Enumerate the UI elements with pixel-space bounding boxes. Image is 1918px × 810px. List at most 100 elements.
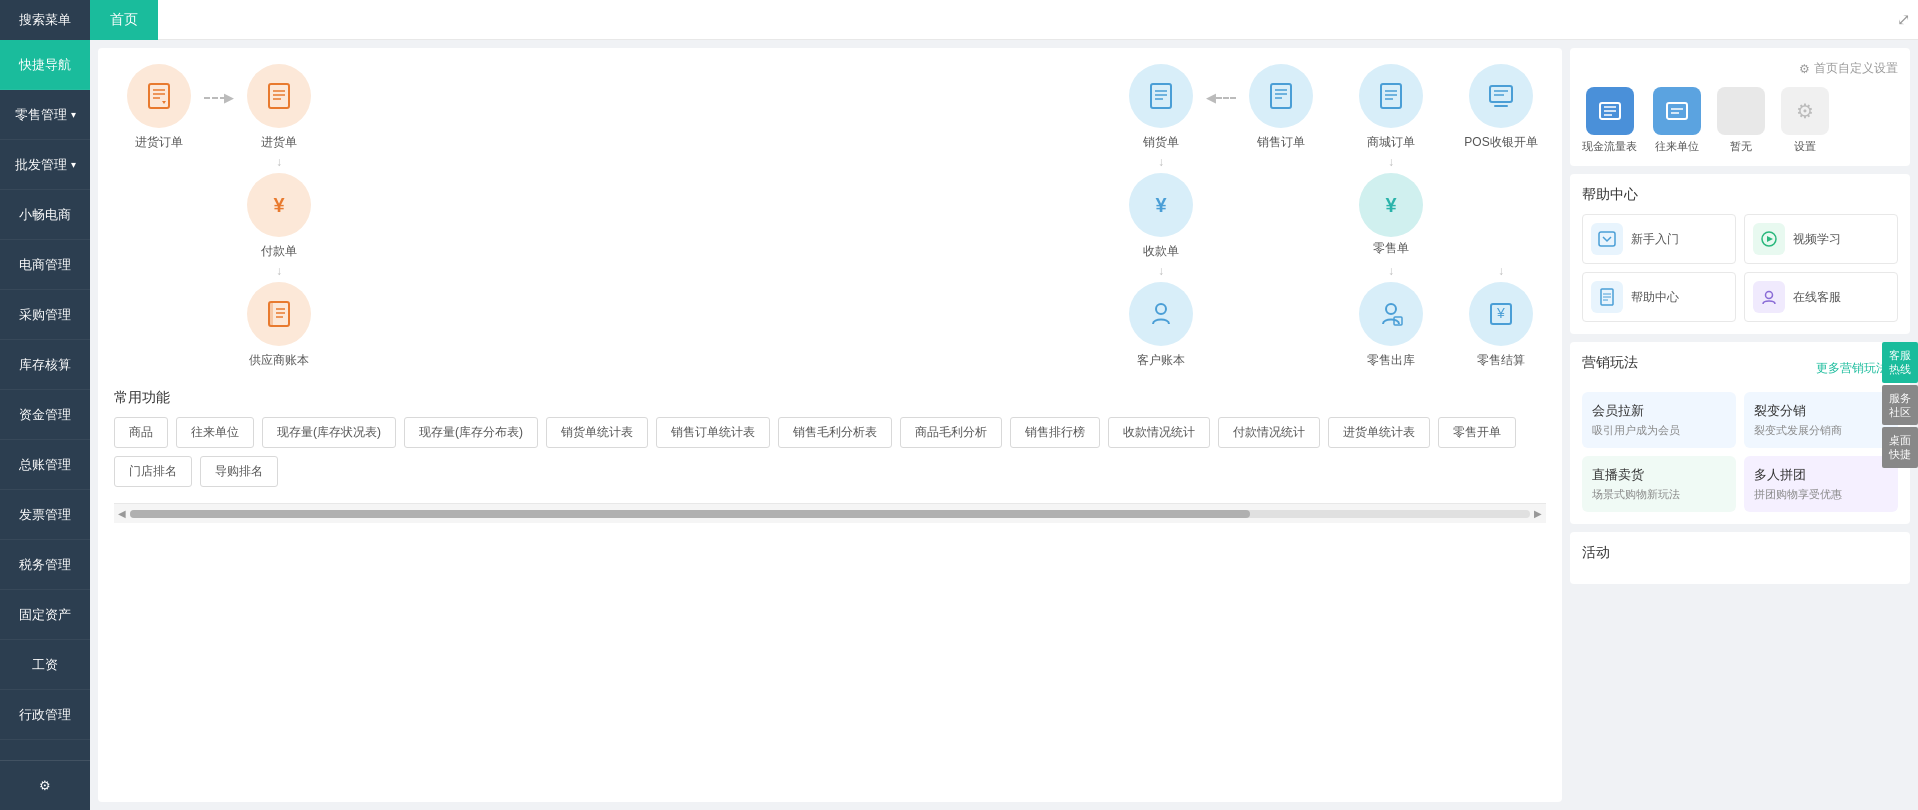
sidebar-item-label: 总账管理 bbox=[19, 456, 71, 474]
cs-desktop-button[interactable]: 桌面快捷 bbox=[1882, 427, 1918, 468]
sidebar: 快捷导航 零售管理 ▾ 批发管理 ▾ 小畅电商 电商管理 采购管理 库存核算 资… bbox=[0, 40, 90, 810]
help-item-customer-service[interactable]: 在线客服 bbox=[1744, 272, 1898, 322]
func-btn-receipt-stat[interactable]: 收款情况统计 bbox=[1108, 417, 1210, 448]
retail-icon: ¥ bbox=[1359, 173, 1423, 237]
sidebar-item-label: 行政管理 bbox=[19, 706, 71, 724]
sidebar-item-ecommerce-mgmt[interactable]: 电商管理 bbox=[0, 240, 90, 290]
func-btn-store-rank[interactable]: 门店排名 bbox=[114, 456, 192, 487]
flow-node-purchase[interactable]: 进货单 bbox=[234, 64, 324, 151]
flow-node-receipt[interactable]: ¥ 收款单 bbox=[1116, 173, 1206, 260]
flow-node-payment[interactable]: ¥ 付款单 bbox=[234, 173, 324, 260]
sidebar-item-label: 发票管理 bbox=[19, 506, 71, 524]
sidebar-item-quicknav[interactable]: 快捷导航 bbox=[0, 40, 90, 90]
flow-node-sales-order[interactable]: 销售订单 bbox=[1236, 64, 1326, 151]
scroll-track[interactable] bbox=[130, 510, 1530, 518]
flow-node-retail-out[interactable]: 零售出库 bbox=[1346, 282, 1436, 369]
marketing-item-fission-title: 裂变分销 bbox=[1754, 402, 1888, 420]
flow-node-pos[interactable]: POS收银开单 bbox=[1456, 64, 1546, 151]
sidebar-item-salary[interactable]: 工资 bbox=[0, 640, 90, 690]
func-btn-sales-rank[interactable]: 销售排行榜 bbox=[1010, 417, 1100, 448]
flow-node-retail-settle[interactable]: ¥ 零售结算 bbox=[1456, 282, 1546, 369]
help-item-video[interactable]: 视频学习 bbox=[1744, 214, 1898, 264]
help-center-section: 帮助中心 新手入门 视频学习 bbox=[1570, 174, 1910, 334]
sidebar-item-label: 固定资产 bbox=[19, 606, 71, 624]
sidebar-item-admin[interactable]: 行政管理 bbox=[0, 690, 90, 740]
marketing-item-member-title: 会员拉新 bbox=[1592, 402, 1726, 420]
help-item-beginner[interactable]: 新手入门 bbox=[1582, 214, 1736, 264]
func-btn-partners[interactable]: 往来单位 bbox=[176, 417, 254, 448]
func-btn-sales-profit[interactable]: 销售毛利分析表 bbox=[778, 417, 892, 448]
cs-hotline-button[interactable]: 客服热线 bbox=[1882, 342, 1918, 383]
sidebar-item-fixedassets[interactable]: 固定资产 bbox=[0, 590, 90, 640]
sidebar-item-invoice[interactable]: 发票管理 bbox=[0, 490, 90, 540]
chevron-down-icon: ▾ bbox=[71, 109, 76, 120]
right-panel: ⚙ 首页自定义设置 现金流量表 bbox=[1570, 48, 1910, 802]
sidebar-settings-button[interactable]: ⚙ bbox=[0, 760, 90, 810]
flow-node-mall-order[interactable]: 商城订单 bbox=[1346, 64, 1436, 151]
marketing-item-fission[interactable]: 裂变分销 裂变式发展分销商 bbox=[1744, 392, 1898, 448]
svg-rect-41 bbox=[1599, 232, 1615, 246]
sidebar-item-inventory[interactable]: 库存核算 bbox=[0, 340, 90, 390]
supplier-book-icon bbox=[247, 282, 311, 346]
scroll-left-arrow[interactable]: ◀ bbox=[118, 508, 126, 519]
svg-rect-8 bbox=[1151, 84, 1171, 108]
beginner-icon bbox=[1591, 223, 1623, 255]
svg-rect-0 bbox=[149, 84, 169, 108]
func-btn-stock-status[interactable]: 现存量(库存状况表) bbox=[262, 417, 396, 448]
svg-marker-43 bbox=[1767, 236, 1773, 242]
quick-icon-empty[interactable]: 暂无 bbox=[1717, 87, 1765, 154]
sidebar-item-label: 电商管理 bbox=[19, 256, 71, 274]
flow-node-supplier-book[interactable]: 供应商账本 bbox=[234, 282, 324, 369]
func-btn-sales-stat[interactable]: 销货单统计表 bbox=[546, 417, 648, 448]
scroll-right-arrow[interactable]: ▶ bbox=[1534, 508, 1542, 519]
marketing-item-group-title: 多人拼团 bbox=[1754, 466, 1888, 484]
cs-community-button[interactable]: 服务社区 bbox=[1882, 385, 1918, 426]
func-btn-payment-stat[interactable]: 付款情况统计 bbox=[1218, 417, 1320, 448]
fullscreen-button[interactable]: ⤢ bbox=[1897, 10, 1910, 29]
sidebar-item-finance[interactable]: 资金管理 bbox=[0, 390, 90, 440]
sidebar-item-retail[interactable]: 零售管理 ▾ bbox=[0, 90, 90, 140]
func-btn-stock-dist[interactable]: 现存量(库存分布表) bbox=[404, 417, 538, 448]
quick-icon-partners[interactable]: 往来单位 bbox=[1653, 87, 1701, 154]
func-btn-purchase-stat[interactable]: 进货单统计表 bbox=[1328, 417, 1430, 448]
quick-nav-settings[interactable]: ⚙ 首页自定义设置 bbox=[1582, 60, 1898, 77]
func-btn-goods[interactable]: 商品 bbox=[114, 417, 168, 448]
help-item-beginner-label: 新手入门 bbox=[1631, 231, 1679, 248]
func-btn-guide-rank[interactable]: 导购排名 bbox=[200, 456, 278, 487]
customer-book-icon bbox=[1129, 282, 1193, 346]
func-btn-retail-order[interactable]: 零售开单 bbox=[1438, 417, 1516, 448]
flow-node-customer-book[interactable]: 客户账本 bbox=[1116, 282, 1206, 369]
sidebar-item-label: 采购管理 bbox=[19, 306, 71, 324]
quick-icon-cashflow-label: 现金流量表 bbox=[1582, 139, 1637, 154]
marketing-item-group-desc: 拼团购物享受优惠 bbox=[1754, 487, 1888, 502]
marketing-header: 营销玩法 更多营销玩法 > bbox=[1582, 354, 1898, 382]
sidebar-item-tax[interactable]: 税务管理 bbox=[0, 540, 90, 590]
marketing-item-group[interactable]: 多人拼团 拼团购物享受优惠 bbox=[1744, 456, 1898, 512]
sidebar-item-ecommerce-small[interactable]: 小畅电商 bbox=[0, 190, 90, 240]
sidebar-item-purchase[interactable]: 采购管理 bbox=[0, 290, 90, 340]
sidebar-item-label: 小畅电商 bbox=[19, 206, 71, 224]
scroll-thumb[interactable] bbox=[130, 510, 1250, 518]
svg-point-30 bbox=[1386, 304, 1396, 314]
svg-rect-21 bbox=[1494, 105, 1508, 107]
marketing-item-member[interactable]: 会员拉新 吸引用户成为会员 bbox=[1582, 392, 1736, 448]
marketing-item-live[interactable]: 直播卖货 场景式购物新玩法 bbox=[1582, 456, 1736, 512]
sidebar-item-label: 税务管理 bbox=[19, 556, 71, 574]
func-btn-goods-profit[interactable]: 商品毛利分析 bbox=[900, 417, 1002, 448]
help-item-docs[interactable]: 帮助中心 bbox=[1582, 272, 1736, 322]
flow-node-purchase-order[interactable]: 进货订单 bbox=[114, 64, 204, 151]
retail-out-icon bbox=[1359, 282, 1423, 346]
tab-home[interactable]: 首页 bbox=[90, 0, 158, 40]
retail-settle-icon: ¥ bbox=[1469, 282, 1533, 346]
sidebar-item-label: 库存核算 bbox=[19, 356, 71, 374]
quick-nav-icons-row: 现金流量表 往来单位 暂无 bbox=[1582, 87, 1898, 154]
flow-node-sales[interactable]: 销货单 bbox=[1116, 64, 1206, 151]
horizontal-scrollbar[interactable]: ◀ ▶ bbox=[114, 503, 1546, 523]
quick-icon-cashflow[interactable]: 现金流量表 bbox=[1582, 87, 1637, 154]
func-btn-sales-order-stat[interactable]: 销售订单统计表 bbox=[656, 417, 770, 448]
svg-point-29 bbox=[1156, 304, 1166, 314]
sidebar-item-ledger[interactable]: 总账管理 bbox=[0, 440, 90, 490]
search-menu-button[interactable]: 搜索菜单 bbox=[0, 0, 90, 40]
quick-icon-settings[interactable]: ⚙ 设置 bbox=[1781, 87, 1829, 154]
sidebar-item-wholesale[interactable]: 批发管理 ▾ bbox=[0, 140, 90, 190]
